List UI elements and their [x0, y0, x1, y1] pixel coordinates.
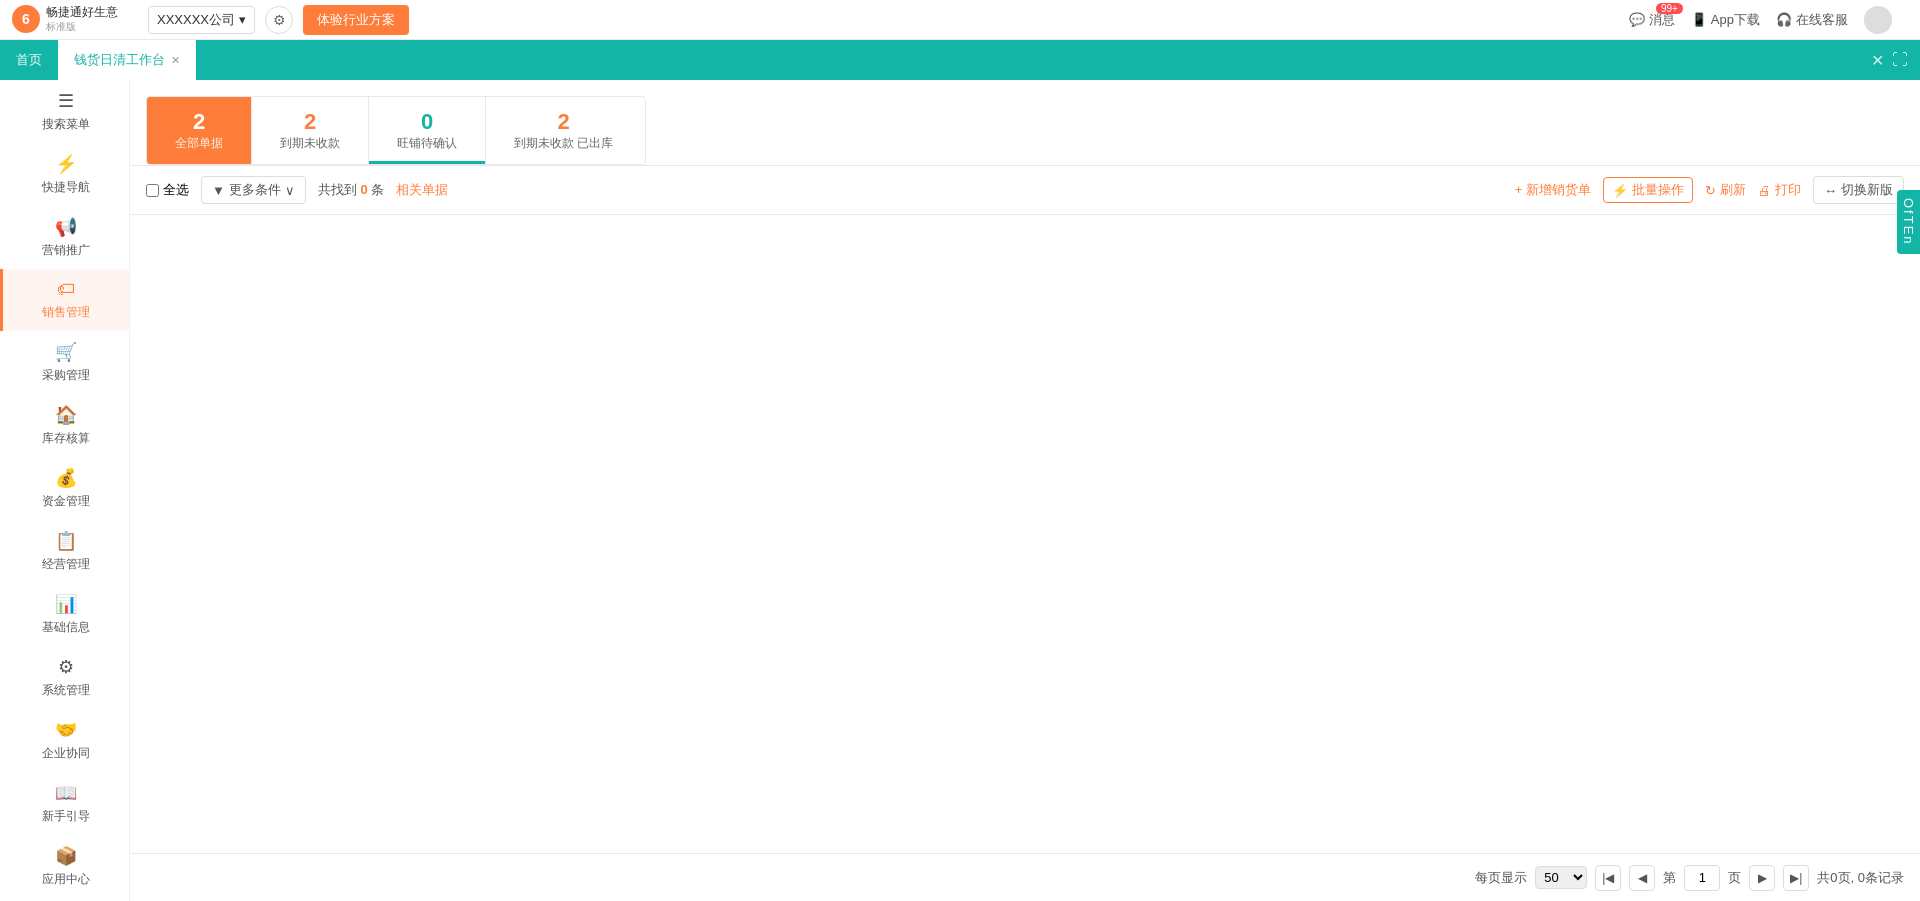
stat-number-pending: 0 [397, 109, 457, 135]
top-bar-right: 💬 消息 99+ 📱 App下载 🎧 在线客服 [1629, 6, 1908, 34]
stat-label-overdue: 到期未收款 [280, 136, 340, 150]
sidebar-item-finance[interactable]: 💰 资金管理 [0, 457, 129, 520]
search-icon: ☰ [58, 90, 74, 112]
logo-icon: 6 [12, 5, 40, 33]
app-download-button[interactable]: 📱 App下载 [1691, 11, 1760, 29]
company-selector[interactable]: XXXXXX公司 ▾ [148, 6, 255, 34]
stat-number-shipped: 2 [514, 109, 613, 135]
app-name: 畅捷通好生意 标准版 [46, 5, 118, 33]
table-area [130, 215, 1920, 853]
result-text: 共找到 0 条 [318, 181, 384, 199]
sidebar: ☰ 搜索菜单 ⚡ 快捷导航 📢 营销推广 🏷 销售管理 🛒 采购管理 🏠 库存核… [0, 80, 130, 901]
refresh-icon: ↻ [1705, 183, 1716, 198]
sidebar-item-apps[interactable]: 📦 应用中心 [0, 835, 129, 898]
sidebar-item-enterprise[interactable]: 🤝 企业协同 [0, 709, 129, 772]
chevron-down-icon: ∨ [285, 183, 295, 198]
basics-icon: 📊 [55, 593, 77, 615]
total-text: 共0页, 0条记录 [1817, 869, 1904, 887]
nav-tab-actions: ✕ ⛶ [1871, 51, 1920, 70]
purchase-icon: 🛒 [55, 341, 77, 363]
sidebar-item-nav[interactable]: ⚡ 快捷导航 [0, 143, 129, 206]
message-button[interactable]: 💬 消息 99+ [1629, 11, 1675, 29]
operations-icon: 📋 [55, 530, 77, 552]
settings-button[interactable]: ⚙ [265, 6, 293, 34]
sidebar-item-operations[interactable]: 📋 经营管理 [0, 520, 129, 583]
tab-work[interactable]: 钱货日清工作台 ✕ [58, 40, 196, 80]
stat-number-overdue: 2 [280, 109, 340, 135]
toolbar: 全选 ▼ 更多条件 ∨ 共找到 0 条 相关单据 + 新增销货单 ⚡ 批 [130, 166, 1920, 215]
sidebar-search-label: 搜索菜单 [42, 116, 90, 133]
inventory-icon: 🏠 [55, 404, 77, 426]
stat-card-pending[interactable]: 0 旺铺待确认 [369, 97, 486, 164]
print-button[interactable]: 🖨 打印 [1758, 181, 1801, 199]
top-bar-left: 6 畅捷通好生意 标准版 XXXXXX公司 ▾ ⚙ 体验行业方案 [12, 5, 409, 35]
finance-icon: 💰 [55, 467, 77, 489]
toolbar-right: + 新增销货单 ⚡ 批量操作 ↻ 刷新 🖨 打印 ↔ 切换新版 [1515, 176, 1904, 204]
nav-icon: ⚡ [55, 153, 77, 175]
expand-window-button[interactable]: ⛶ [1892, 51, 1908, 69]
result-count: 0 [361, 182, 368, 197]
first-page-button[interactable]: |◀ [1595, 865, 1621, 891]
sidebar-item-purchase[interactable]: 🛒 采购管理 [0, 331, 129, 394]
per-page-label: 每页显示 [1475, 869, 1527, 887]
sidebar-item-system[interactable]: ⚙ 系统管理 [0, 646, 129, 709]
enterprise-icon: 🤝 [55, 719, 77, 741]
print-icon: 🖨 [1758, 183, 1771, 198]
batch-icon: ⚡ [1612, 183, 1628, 198]
toolbar-left: 全选 ▼ 更多条件 ∨ 共找到 0 条 相关单据 [146, 176, 448, 204]
related-bills-link[interactable]: 相关单据 [396, 181, 448, 199]
prev-page-button[interactable]: ◀ [1629, 865, 1655, 891]
filter-icon: ▼ [212, 183, 225, 198]
stats-cards: 2 全部单据 2 到期未收款 0 旺铺待确认 2 到期未收款 已出库 [146, 96, 646, 165]
page-suffix: 页 [1728, 869, 1741, 887]
sidebar-item-sales[interactable]: 🏷 销售管理 [0, 269, 129, 331]
tab-close-icon[interactable]: ✕ [171, 54, 180, 67]
guide-icon: 📖 [55, 782, 77, 804]
sidebar-item-search[interactable]: ☰ 搜索菜单 [0, 80, 129, 143]
often-tag[interactable]: OfTEn [1897, 190, 1920, 254]
select-all-checkbox[interactable]: 全选 [146, 181, 189, 199]
switch-version-button[interactable]: ↔ 切换新版 [1813, 176, 1904, 204]
message-badge: 99+ [1656, 3, 1683, 14]
last-page-button[interactable]: ▶| [1783, 865, 1809, 891]
next-page-button[interactable]: ▶ [1749, 865, 1775, 891]
sidebar-item-guide[interactable]: 📖 新手引导 [0, 772, 129, 835]
stats-area: 2 全部单据 2 到期未收款 0 旺铺待确认 2 到期未收款 已出库 [130, 80, 1920, 166]
select-all-input[interactable] [146, 184, 159, 197]
marketing-icon: 📢 [55, 216, 77, 238]
main-layout: ☰ 搜索菜单 ⚡ 快捷导航 📢 营销推广 🏷 销售管理 🛒 采购管理 🏠 库存核… [0, 80, 1920, 901]
stat-card-shipped[interactable]: 2 到期未收款 已出库 [486, 97, 641, 164]
avatar [1864, 6, 1892, 34]
stat-number-all: 2 [175, 109, 223, 135]
stat-card-all[interactable]: 2 全部单据 [147, 97, 252, 164]
batch-button[interactable]: ⚡ 批量操作 [1603, 177, 1693, 203]
page-label: 第 [1663, 869, 1676, 887]
page-input[interactable] [1684, 865, 1720, 891]
industry-button[interactable]: 体验行业方案 [303, 5, 409, 35]
stat-label-shipped: 到期未收款 已出库 [514, 136, 613, 150]
online-service-button[interactable]: 🎧 在线客服 [1776, 11, 1848, 29]
system-icon: ⚙ [58, 656, 74, 678]
filter-button[interactable]: ▼ 更多条件 ∨ [201, 176, 306, 204]
sidebar-item-basics[interactable]: 📊 基础信息 [0, 583, 129, 646]
page-size-select[interactable]: 50 100 200 [1535, 866, 1587, 889]
refresh-button[interactable]: ↻ 刷新 [1705, 181, 1746, 199]
content-area: 2 全部单据 2 到期未收款 0 旺铺待确认 2 到期未收款 已出库 [130, 80, 1920, 901]
top-bar: 6 畅捷通好生意 标准版 XXXXXX公司 ▾ ⚙ 体验行业方案 💬 消息 99… [0, 0, 1920, 40]
tab-home[interactable]: 首页 [0, 40, 58, 80]
add-sales-button[interactable]: + 新增销货单 [1515, 181, 1591, 199]
nav-tabs: 首页 钱货日清工作台 ✕ ✕ ⛶ [0, 40, 1920, 80]
stat-card-overdue[interactable]: 2 到期未收款 [252, 97, 369, 164]
sidebar-item-marketing[interactable]: 📢 营销推广 [0, 206, 129, 269]
close-window-button[interactable]: ✕ [1871, 51, 1884, 70]
logo-area: 6 畅捷通好生意 标准版 [12, 5, 118, 33]
apps-icon: 📦 [55, 845, 77, 867]
stat-label-pending: 旺铺待确认 [397, 136, 457, 150]
pagination-bar: 每页显示 50 100 200 |◀ ◀ 第 页 ▶ ▶| 共0页, 0条记录 [130, 853, 1920, 901]
sales-icon: 🏷 [57, 279, 75, 300]
sidebar-item-inventory[interactable]: 🏠 库存核算 [0, 394, 129, 457]
switch-icon: ↔ [1824, 183, 1837, 198]
stat-label-all: 全部单据 [175, 136, 223, 150]
